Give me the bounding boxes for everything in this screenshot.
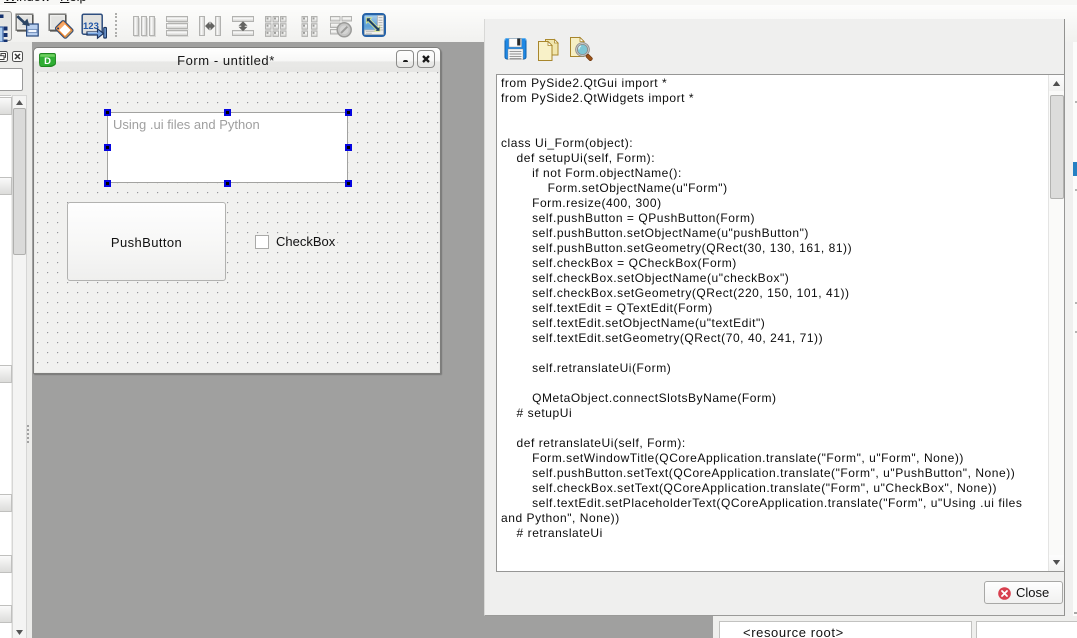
svg-text:123: 123 [83,21,99,32]
svg-text:D: D [44,56,51,67]
